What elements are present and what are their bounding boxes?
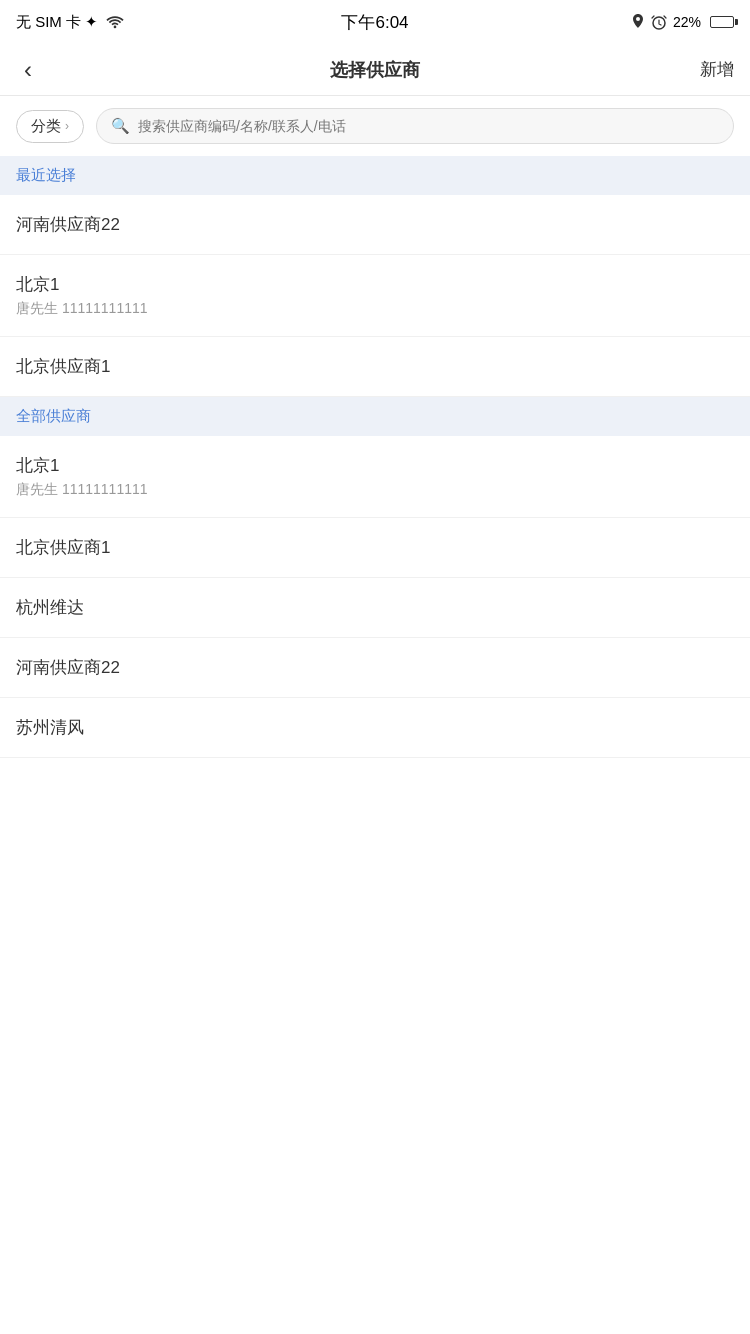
item-name: 苏州清风	[16, 716, 734, 739]
page-title: 选择供应商	[330, 58, 420, 82]
status-right: 22%	[631, 14, 734, 30]
list-item[interactable]: 北京供应商1	[0, 518, 750, 578]
list-item[interactable]: 北京1 唐先生 11111111111	[0, 436, 750, 518]
item-sub: 唐先生 11111111111	[16, 481, 734, 499]
battery-percent: 22%	[673, 14, 701, 30]
category-label: 分类	[31, 117, 61, 136]
item-name: 河南供应商22	[16, 656, 734, 679]
item-name: 河南供应商22	[16, 213, 734, 236]
search-input[interactable]	[138, 118, 719, 134]
filter-bar: 分类 › 🔍	[0, 96, 750, 156]
list-item[interactable]: 河南供应商22	[0, 195, 750, 255]
status-time: 下午6:04	[341, 11, 408, 34]
list-item[interactable]: 河南供应商22	[0, 638, 750, 698]
recent-section-label: 最近选择	[16, 166, 76, 183]
status-bar: 无 SIM 卡 ✦ 下午6:04 22%	[0, 0, 750, 44]
list-item[interactable]: 苏州清风	[0, 698, 750, 758]
nav-bar: ‹ 选择供应商 新增	[0, 44, 750, 96]
item-name: 北京供应商1	[16, 536, 734, 559]
search-box[interactable]: 🔍	[96, 108, 734, 144]
all-section-header: 全部供应商	[0, 397, 750, 436]
item-name: 北京1	[16, 454, 734, 477]
list-item[interactable]: 北京1 唐先生 11111111111	[0, 255, 750, 337]
item-sub: 唐先生 11111111111	[16, 300, 734, 318]
recent-items-list: 河南供应商22 北京1 唐先生 11111111111 北京供应商1	[0, 195, 750, 397]
chevron-right-icon: ›	[65, 119, 69, 133]
item-name: 杭州维达	[16, 596, 734, 619]
list-item[interactable]: 北京供应商1	[0, 337, 750, 397]
back-button[interactable]: ‹	[16, 52, 40, 88]
battery-icon	[707, 16, 734, 28]
status-left: 无 SIM 卡 ✦	[16, 13, 124, 32]
wifi-icon	[106, 15, 124, 29]
alarm-icon	[651, 14, 667, 30]
recent-section-header: 最近选择	[0, 156, 750, 195]
category-filter-button[interactable]: 分类 ›	[16, 110, 84, 143]
search-icon: 🔍	[111, 117, 130, 135]
item-name: 北京1	[16, 273, 734, 296]
list-item[interactable]: 杭州维达	[0, 578, 750, 638]
all-items-list: 北京1 唐先生 11111111111 北京供应商1 杭州维达河南供应商22 苏州清风	[0, 436, 750, 758]
all-section-label: 全部供应商	[16, 407, 91, 424]
sim-status: 无 SIM 卡 ✦	[16, 13, 98, 32]
item-name: 北京供应商1	[16, 355, 734, 378]
location-icon	[631, 14, 645, 30]
new-supplier-button[interactable]: 新增	[700, 58, 734, 81]
